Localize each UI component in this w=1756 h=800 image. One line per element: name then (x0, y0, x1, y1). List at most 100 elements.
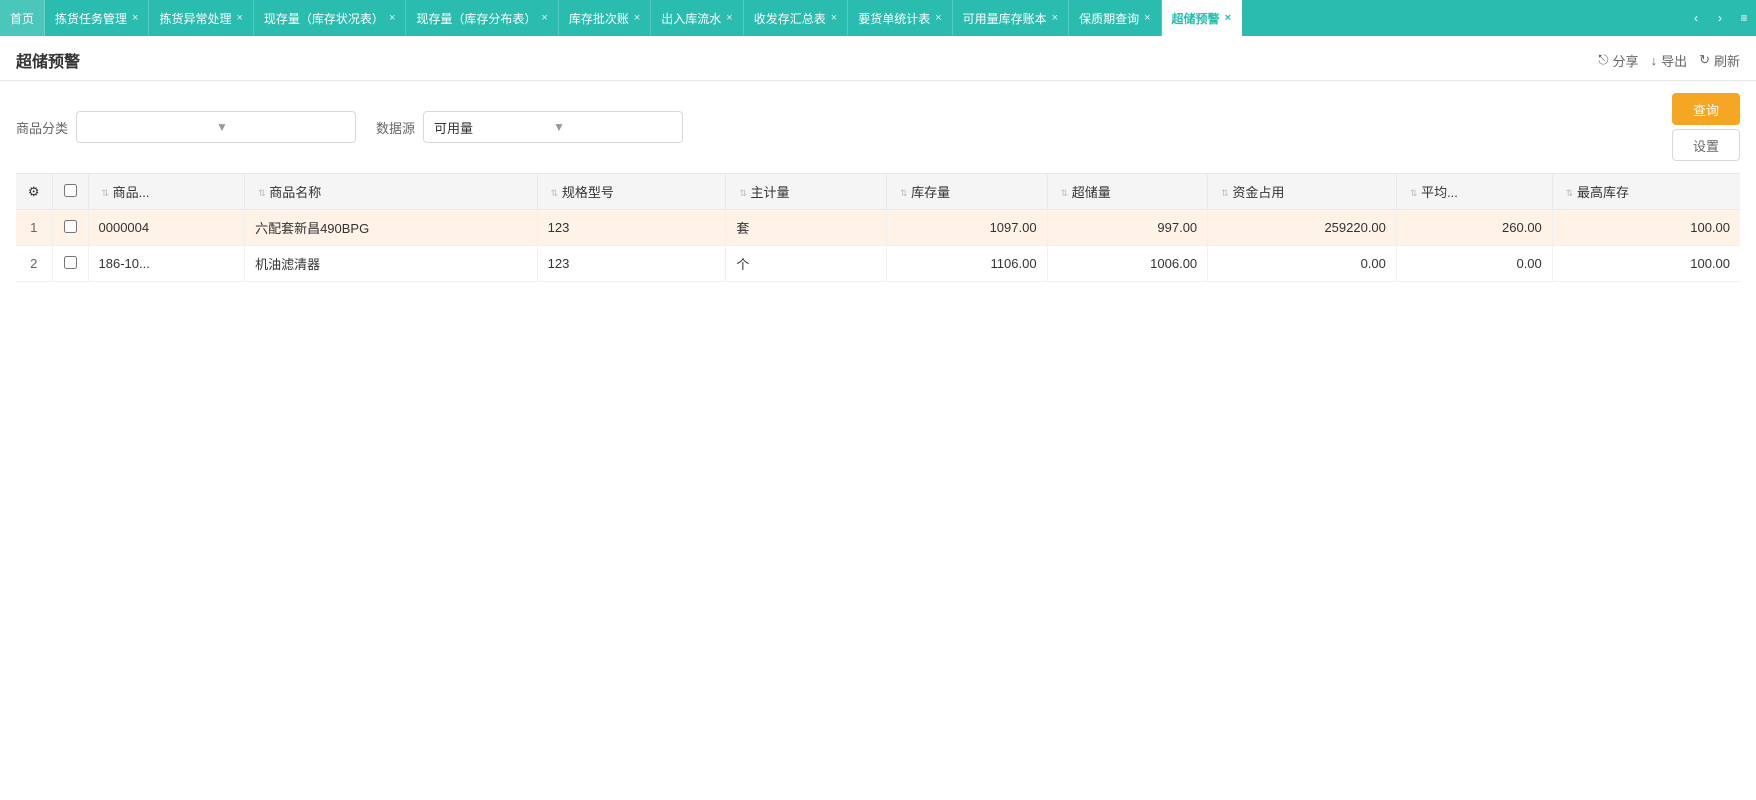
row-checkbox[interactable] (64, 256, 77, 269)
datasource-select[interactable]: 可用量 ▼ (423, 111, 683, 143)
page-container: 超储预警 ⎋ 分享 ↓ 导出 ↻ 刷新 商品分类 ▼ 数据源 (0, 36, 1756, 800)
filter-area: 商品分类 ▼ 数据源 可用量 ▼ 查询 设置 (0, 81, 1756, 173)
close-icon[interactable]: × (726, 13, 732, 24)
close-icon[interactable]: × (1144, 13, 1150, 24)
th-max-inv: ⇅ 最高库存 (1552, 174, 1740, 210)
refresh-icon: ↻ (1699, 52, 1710, 68)
th-capital-occ: ⇅ 资金占用 (1208, 174, 1397, 210)
th-avg: ⇅ 平均... (1396, 174, 1552, 210)
row-checkbox-cell (52, 210, 88, 246)
category-filter-group: 商品分类 ▼ (16, 111, 356, 143)
nav-next-button[interactable]: › (1708, 0, 1732, 36)
top-navigation: 首页 拣货任务管理 × 拣货异常处理 × 现存量（库存状况表） × 现存量（库存… (0, 0, 1756, 36)
th-inventory: ⇅ 库存量 (886, 174, 1047, 210)
th-overstock: ⇅ 超储量 (1047, 174, 1208, 210)
nav-item-task-mgmt[interactable]: 拣货任务管理 × (45, 0, 149, 36)
nav-item-inout-flow[interactable]: 出入库流水 × (651, 0, 743, 36)
sort-icon: ⇅ (1061, 189, 1069, 198)
row-checkbox-cell (52, 246, 88, 282)
product-name-cell: 机油滤清器 (245, 246, 538, 282)
spec-cell: 123 (537, 210, 726, 246)
nav-more-button[interactable]: ≡ (1732, 0, 1756, 36)
th-product-code: ⇅ 商品... (88, 174, 245, 210)
nav-item-batch-account[interactable]: 库存批次账 × (559, 0, 651, 36)
nav-item-inventory-status[interactable]: 现存量（库存状况表） × (254, 0, 406, 36)
avg-cell: 260.00 (1396, 210, 1552, 246)
gear-icon[interactable]: ⚙ (28, 184, 40, 199)
share-button[interactable]: ⎋ 分享 (1598, 51, 1638, 70)
product-code-cell: 0000004 (88, 210, 245, 246)
nav-item-collection-summary[interactable]: 收发存汇总表 × (744, 0, 848, 36)
page-title: 超储预警 (16, 48, 80, 72)
nav-item-available-account[interactable]: 可用量库存账本 × (953, 0, 1069, 36)
row-checkbox[interactable] (64, 220, 77, 233)
close-icon[interactable]: × (634, 13, 640, 24)
nav-item-home[interactable]: 首页 (0, 0, 45, 36)
table-row: 1 0000004 六配套新昌490BPG 123 套 1097.00 997.… (16, 210, 1740, 246)
close-icon[interactable]: × (935, 13, 941, 24)
page-actions: ⎋ 分享 ↓ 导出 ↻ 刷新 (1598, 51, 1740, 70)
th-product-name: ⇅ 商品名称 (245, 174, 538, 210)
category-select[interactable]: ▼ (76, 111, 356, 143)
sort-icon: ⇅ (551, 189, 559, 198)
inventory-cell: 1097.00 (886, 210, 1047, 246)
close-icon[interactable]: × (1225, 13, 1231, 24)
th-unit: ⇅ 主计量 (726, 174, 887, 210)
close-icon[interactable]: × (132, 13, 138, 24)
max-inv-cell: 100.00 (1552, 210, 1740, 246)
datasource-label: 数据源 (376, 118, 415, 137)
share-icon: ⎋ (1598, 52, 1608, 68)
sort-icon: ⇅ (739, 189, 747, 198)
select-all-checkbox[interactable] (64, 184, 77, 197)
chevron-down-icon: ▼ (216, 120, 345, 134)
row-num: 2 (16, 246, 52, 282)
row-num: 1 (16, 210, 52, 246)
table-row: 2 186-10... 机油滤清器 123 个 1106.00 1006.00 … (16, 246, 1740, 282)
th-check (52, 174, 88, 210)
product-code-cell: 186-10... (88, 246, 245, 282)
sort-icon: ⇅ (900, 189, 908, 198)
close-icon[interactable]: × (236, 13, 242, 24)
nav-item-quality-check[interactable]: 保质期查询 × (1069, 0, 1161, 36)
nav-item-abnormal[interactable]: 拣货异常处理 × (149, 0, 253, 36)
th-gear: ⚙ (16, 174, 52, 210)
sort-icon: ⇅ (258, 189, 266, 198)
nav-prev-button[interactable]: ‹ (1684, 0, 1708, 36)
unit-cell: 套 (726, 210, 887, 246)
overstock-cell: 997.00 (1047, 210, 1208, 246)
product-name-cell: 六配套新昌490BPG (245, 210, 538, 246)
sort-icon: ⇅ (102, 189, 110, 198)
category-label: 商品分类 (16, 118, 68, 137)
nav-item-inventory-dist[interactable]: 现存量（库存分布表） × (406, 0, 558, 36)
capital-occ-cell: 0.00 (1208, 246, 1397, 282)
spec-cell: 123 (537, 246, 726, 282)
settings-button[interactable]: 设置 (1672, 129, 1740, 161)
close-icon[interactable]: × (1052, 13, 1058, 24)
close-icon[interactable]: × (541, 13, 547, 24)
unit-cell: 个 (726, 246, 887, 282)
overstock-cell: 1006.00 (1047, 246, 1208, 282)
capital-occ-cell: 259220.00 (1208, 210, 1397, 246)
sort-icon: ⇅ (1410, 189, 1418, 198)
datasource-filter-group: 数据源 可用量 ▼ (376, 111, 683, 143)
sort-icon: ⇅ (1221, 189, 1229, 198)
nav-item-order-stats[interactable]: 要货单统计表 × (848, 0, 952, 36)
page-header: 超储预警 ⎋ 分享 ↓ 导出 ↻ 刷新 (0, 36, 1756, 81)
nav-arrows: ‹ › ≡ (1684, 0, 1756, 36)
chevron-down-icon: ▼ (553, 120, 672, 134)
inventory-cell: 1106.00 (886, 246, 1047, 282)
overstock-table: ⚙ ⇅ 商品... ⇅ 商品名称 ⇅ 规格型号 (16, 173, 1740, 282)
refresh-button[interactable]: ↻ 刷新 (1699, 51, 1740, 70)
avg-cell: 0.00 (1396, 246, 1552, 282)
close-icon[interactable]: × (831, 13, 837, 24)
query-button[interactable]: 查询 (1672, 93, 1740, 125)
nav-item-overstock-warning[interactable]: 超储预警 × (1162, 0, 1242, 36)
export-button[interactable]: ↓ 导出 (1651, 51, 1688, 70)
close-icon[interactable]: × (389, 13, 395, 24)
data-table-container: ⚙ ⇅ 商品... ⇅ 商品名称 ⇅ 规格型号 (0, 173, 1756, 282)
sort-icon: ⇅ (1566, 189, 1574, 198)
th-spec: ⇅ 规格型号 (537, 174, 726, 210)
max-inv-cell: 100.00 (1552, 246, 1740, 282)
filter-buttons: 查询 设置 (1672, 93, 1740, 161)
export-icon: ↓ (1651, 53, 1658, 68)
